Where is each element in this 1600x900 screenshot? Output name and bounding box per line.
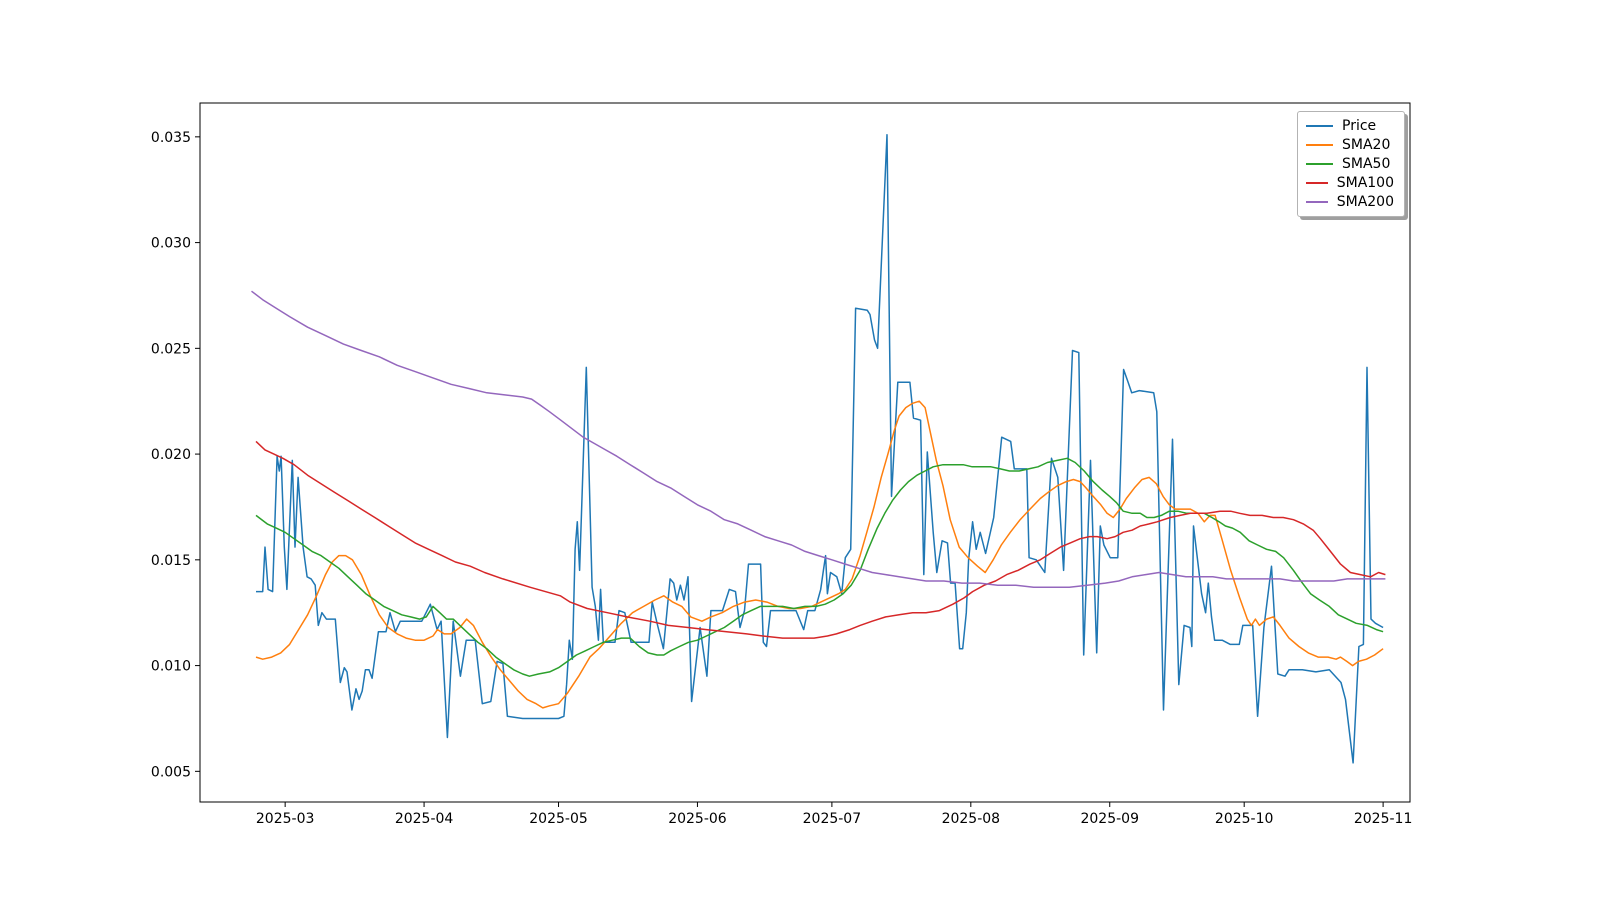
legend-line-sample <box>1306 181 1328 184</box>
x-tick-label: 2025-10 <box>1215 811 1274 827</box>
legend-entry-sma200: SMA200 <box>1306 192 1394 211</box>
x-tick-label: 2025-09 <box>1080 811 1139 827</box>
legend-label: SMA200 <box>1336 193 1394 210</box>
legend-line-sample <box>1306 125 1333 128</box>
y-tick-label: 0.015 <box>151 553 191 569</box>
legend-line-sample <box>1306 162 1333 165</box>
x-tick-label: 2025-05 <box>529 811 588 827</box>
x-tick-label: 2025-11 <box>1354 811 1413 827</box>
legend-entry-sma100: SMA100 <box>1306 173 1394 192</box>
x-tick-label: 2025-06 <box>668 811 727 827</box>
series-line-sma20 <box>255 400 1384 709</box>
x-tick-label: 2025-08 <box>942 811 1001 827</box>
y-tick-label: 0.025 <box>151 341 191 357</box>
series-line-sma200 <box>251 290 1386 589</box>
y-tick-label: 0.030 <box>151 236 191 252</box>
legend-label: Price <box>1342 118 1377 135</box>
legend-entry-sma20: SMA20 <box>1306 136 1394 155</box>
series-line-price <box>256 133 1384 764</box>
x-tick-label: 2025-07 <box>803 811 862 827</box>
legend-line-sample <box>1306 144 1333 147</box>
y-tick-label: 0.005 <box>151 764 191 780</box>
legend-label: SMA20 <box>1342 137 1391 154</box>
legend: Price SMA20 SMA50 SMA100 SMA200 <box>1297 111 1405 217</box>
legend-label: SMA50 <box>1342 155 1391 172</box>
series-line-sma100 <box>255 440 1386 639</box>
y-tick-label: 0.020 <box>151 447 191 463</box>
legend-line-sample <box>1306 200 1328 203</box>
legend-entry-sma50: SMA50 <box>1306 155 1394 174</box>
chart-figure: 2025-03 2025-04 2025-05 2025-06 2025-07 2025-… <box>0 0 1600 900</box>
legend-label: SMA100 <box>1336 174 1394 191</box>
legend-entry-price: Price <box>1306 117 1394 136</box>
x-tick-label: 2025-03 <box>256 811 315 827</box>
y-tick-label: 0.010 <box>151 659 191 675</box>
axes-frame <box>199 102 1411 803</box>
y-tick-label: 0.035 <box>151 130 191 146</box>
series-line-sma50 <box>255 457 1384 677</box>
x-tick-label: 2025-04 <box>395 811 454 827</box>
